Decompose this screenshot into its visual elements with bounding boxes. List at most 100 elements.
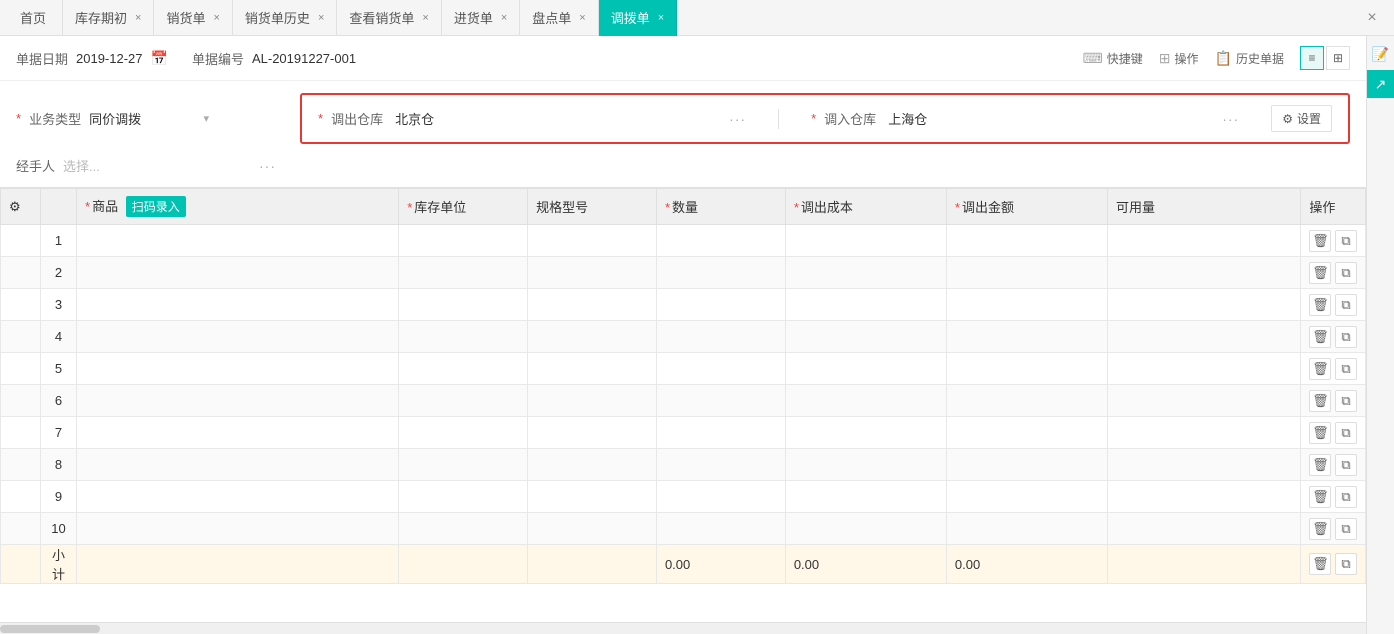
row-spec-cell[interactable] <box>528 321 657 353</box>
row-amount-cell[interactable] <box>946 513 1107 545</box>
shortcut-action[interactable]: ⌨ 快捷键 <box>1083 50 1143 67</box>
row-qty-cell[interactable] <box>656 321 785 353</box>
row-spec-cell[interactable] <box>528 481 657 513</box>
row-unit-cell[interactable] <box>399 449 528 481</box>
row-unit-cell[interactable] <box>399 481 528 513</box>
row-available-cell[interactable] <box>1108 289 1301 321</box>
row-cost-cell[interactable]: 0.00 <box>785 545 946 584</box>
row-unit-cell[interactable] <box>399 545 528 584</box>
row-delete-icon[interactable]: 🗑 <box>1309 262 1331 284</box>
row-qty-cell[interactable] <box>656 225 785 257</box>
row-amount-cell[interactable] <box>946 417 1107 449</box>
row-spec-cell[interactable] <box>528 289 657 321</box>
row-unit-cell[interactable] <box>399 257 528 289</box>
row-spec-cell[interactable] <box>528 225 657 257</box>
tab-sales-order-close[interactable]: × <box>213 12 219 24</box>
warehouse-in-more-icon[interactable]: ··· <box>1222 111 1239 127</box>
row-cost-cell[interactable] <box>785 385 946 417</box>
tab-sales-history[interactable]: 销货单历史 × <box>233 0 337 36</box>
row-unit-cell[interactable] <box>399 289 528 321</box>
row-product-cell[interactable] <box>77 513 399 545</box>
row-spec-cell[interactable] <box>528 417 657 449</box>
row-copy-icon[interactable]: ⧉ <box>1335 358 1357 380</box>
row-spec-cell[interactable] <box>528 257 657 289</box>
row-qty-cell[interactable] <box>656 449 785 481</box>
calendar-icon[interactable]: 📅 <box>151 50 168 67</box>
row-amount-cell[interactable] <box>946 225 1107 257</box>
row-available-cell[interactable] <box>1108 481 1301 513</box>
row-spec-cell[interactable] <box>528 545 657 584</box>
row-qty-cell[interactable] <box>656 417 785 449</box>
tab-view-sales[interactable]: 查看销货单 × <box>337 0 441 36</box>
row-available-cell[interactable] <box>1108 385 1301 417</box>
row-qty-cell[interactable] <box>656 353 785 385</box>
row-delete-icon[interactable]: 🗑 <box>1309 422 1331 444</box>
row-spec-cell[interactable] <box>528 385 657 417</box>
row-qty-cell[interactable] <box>656 385 785 417</box>
tab-purchase-order[interactable]: 进货单 × <box>442 0 520 36</box>
tab-sales-order[interactable]: 销货单 × <box>154 0 232 36</box>
row-copy-icon[interactable]: ⧉ <box>1335 326 1357 348</box>
tab-home[interactable]: 首页 <box>4 0 63 36</box>
warehouse-in-value[interactable]: 上海仓 <box>888 109 1206 128</box>
row-product-cell[interactable] <box>77 417 399 449</box>
row-copy-icon[interactable]: ⧉ <box>1335 390 1357 412</box>
row-unit-cell[interactable] <box>399 385 528 417</box>
gear-settings-button[interactable]: ⚙ 设置 <box>1271 105 1332 132</box>
row-product-cell[interactable] <box>77 289 399 321</box>
row-unit-cell[interactable] <box>399 321 528 353</box>
row-amount-cell[interactable] <box>946 481 1107 513</box>
row-delete-icon[interactable]: 🗑 <box>1309 486 1331 508</box>
history-action[interactable]: 📋 历史单据 <box>1215 50 1284 67</box>
warehouse-out-more-icon[interactable]: ··· <box>729 111 746 127</box>
business-type-dropdown[interactable]: 同价调拨 ▾ <box>89 109 209 128</box>
scrollbar-thumb[interactable] <box>0 625 100 633</box>
sidebar-export-icon[interactable]: ↗ <box>1367 70 1394 98</box>
row-available-cell[interactable] <box>1108 353 1301 385</box>
row-unit-cell[interactable] <box>399 513 528 545</box>
row-available-cell[interactable] <box>1108 513 1301 545</box>
row-copy-icon[interactable]: ⧉ <box>1335 262 1357 284</box>
row-qty-cell[interactable]: 0.00 <box>656 545 785 584</box>
tab-view-sales-close[interactable]: × <box>422 12 428 24</box>
handler-more-icon[interactable]: ··· <box>259 158 276 174</box>
row-copy-icon[interactable]: ⧉ <box>1335 486 1357 508</box>
row-amount-cell[interactable] <box>946 385 1107 417</box>
row-product-cell[interactable] <box>77 481 399 513</box>
row-product-cell[interactable] <box>77 385 399 417</box>
row-cost-cell[interactable] <box>785 353 946 385</box>
row-amount-cell[interactable] <box>946 289 1107 321</box>
row-product-cell[interactable] <box>77 321 399 353</box>
row-delete-icon[interactable]: 🗑 <box>1309 326 1331 348</box>
tab-purchase-order-close[interactable]: × <box>501 12 507 24</box>
row-cost-cell[interactable] <box>785 225 946 257</box>
tab-inventory-check-close[interactable]: × <box>579 12 585 24</box>
tab-inventory-check[interactable]: 盘点单 × <box>520 0 598 36</box>
operations-action[interactable]: ⊞ 操作 <box>1159 50 1199 67</box>
row-product-cell[interactable] <box>77 257 399 289</box>
row-cost-cell[interactable] <box>785 417 946 449</box>
row-delete-icon[interactable]: 🗑 <box>1309 294 1331 316</box>
sidebar-note-icon[interactable]: 📝 <box>1367 40 1394 68</box>
row-cost-cell[interactable] <box>785 449 946 481</box>
row-qty-cell[interactable] <box>656 289 785 321</box>
row-spec-cell[interactable] <box>528 513 657 545</box>
row-amount-cell[interactable] <box>946 353 1107 385</box>
row-available-cell[interactable] <box>1108 417 1301 449</box>
tab-transfer-order[interactable]: 调拨单 × <box>599 0 677 36</box>
row-spec-cell[interactable] <box>528 353 657 385</box>
row-delete-icon[interactable]: 🗑 <box>1309 518 1331 540</box>
row-qty-cell[interactable] <box>656 513 785 545</box>
row-amount-cell[interactable] <box>946 449 1107 481</box>
close-window-button[interactable]: × <box>1354 0 1390 36</box>
row-available-cell[interactable] <box>1108 225 1301 257</box>
layout-btn-grid[interactable]: ⊞ <box>1326 46 1350 70</box>
row-spec-cell[interactable] <box>528 449 657 481</box>
row-qty-cell[interactable] <box>656 481 785 513</box>
row-cost-cell[interactable] <box>785 289 946 321</box>
row-delete-icon[interactable]: 🗑 <box>1309 454 1331 476</box>
tab-inventory-init[interactable]: 库存期初 × <box>63 0 154 36</box>
row-delete-icon[interactable]: 🗑 <box>1309 553 1331 575</box>
scan-entry-button[interactable]: 扫码录入 <box>126 196 186 217</box>
row-copy-icon[interactable]: ⧉ <box>1335 294 1357 316</box>
